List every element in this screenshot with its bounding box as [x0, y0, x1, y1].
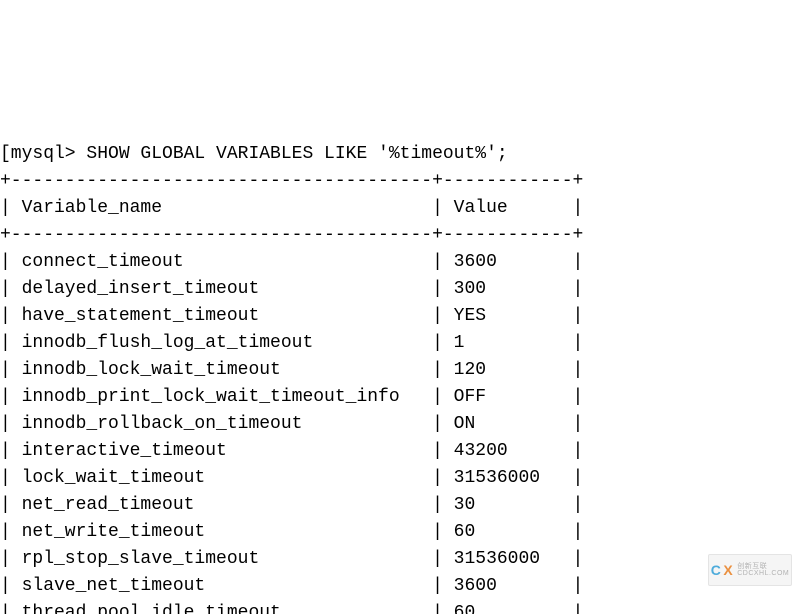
prompt-line: [mysql> SHOW GLOBAL VARIABLES LIKE '%tim… [0, 144, 508, 164]
watermark-text-bottom: CDCXHL.COM [737, 570, 789, 577]
table-body: | connect_timeout | 3600 | | delayed_ins… [0, 252, 583, 614]
watermark-logo-x: X [723, 560, 733, 581]
table-header: | Variable_name | Value | [0, 198, 583, 218]
mysql-terminal-output: [mysql> SHOW GLOBAL VARIABLES LIKE '%tim… [0, 114, 800, 614]
watermark-badge: CX 创新互联 CDCXHL.COM [708, 554, 792, 586]
watermark-logo-c: C [711, 560, 722, 581]
table-border-mid: +---------------------------------------… [0, 225, 583, 245]
watermark-text-top: 创新互联 [737, 563, 789, 570]
table-border-top: +---------------------------------------… [0, 171, 583, 191]
